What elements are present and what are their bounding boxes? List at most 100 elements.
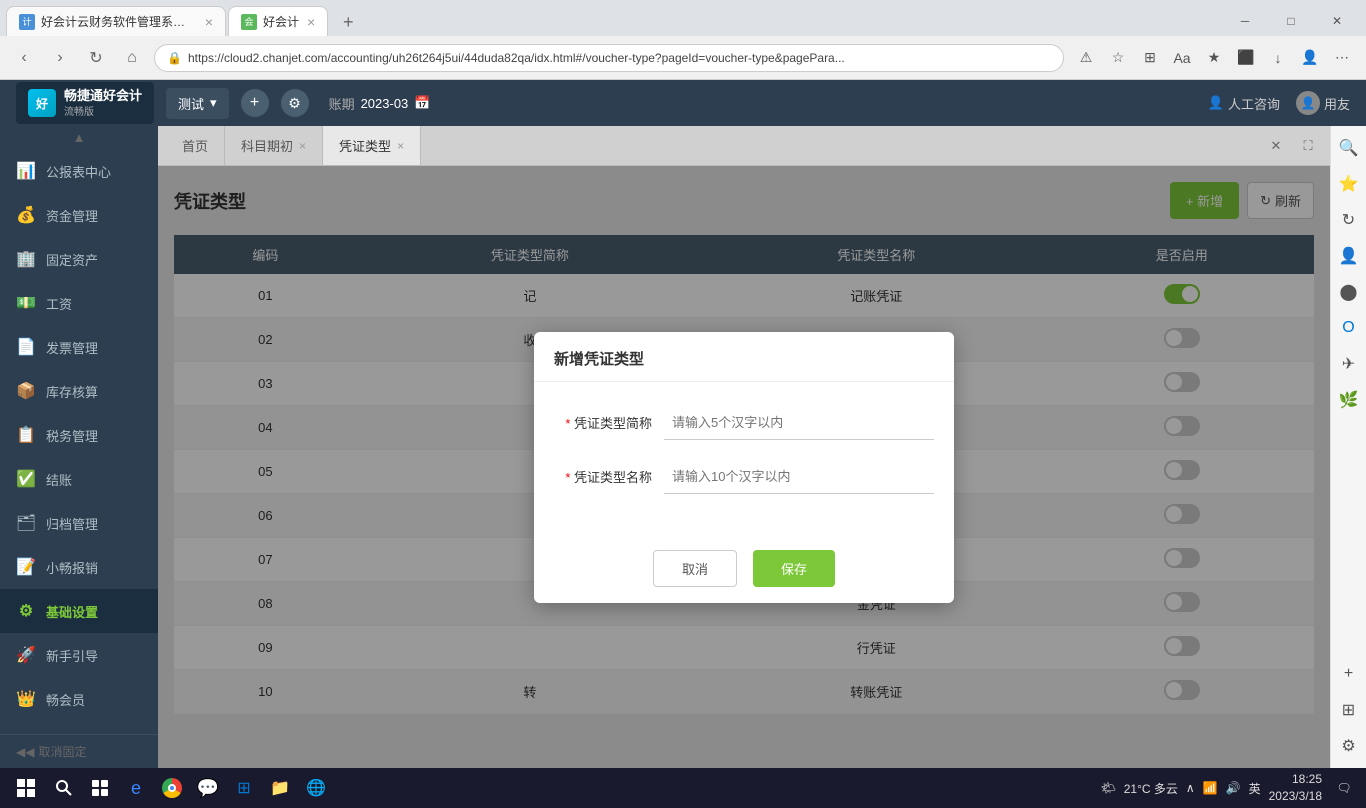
sidebar-item-settings[interactable]: ⚙ 基础设置	[0, 589, 158, 633]
support-icon: 👤	[1208, 95, 1224, 111]
tab-search-button[interactable]: ⊞	[1136, 44, 1164, 72]
home-nav-button[interactable]: ⌂	[118, 44, 146, 72]
inventory-icon: 📦	[16, 381, 36, 401]
dialog-overlay: 新增凭证类型 凭证类型简称 凭证类型名称	[158, 166, 1330, 768]
unpin-icon: ◀◀	[16, 745, 34, 759]
browser-tab-2[interactable]: 会 好会计 ×	[228, 6, 328, 36]
sidebar-item-inventory[interactable]: 📦 库存核算	[0, 369, 158, 413]
sidebar-item-invoice[interactable]: 📄 发票管理	[0, 325, 158, 369]
back-button[interactable]: ‹	[10, 44, 38, 72]
save-button[interactable]: 保存	[753, 550, 835, 587]
right-search-button[interactable]: 🔍	[1335, 134, 1363, 162]
sidebar-item-tax[interactable]: 📋 税务管理	[0, 413, 158, 457]
period-calendar-icon[interactable]: 📅	[414, 95, 430, 111]
full-name-input[interactable]	[664, 460, 934, 494]
new-tab-button[interactable]: +	[334, 8, 362, 36]
close-button[interactable]: ✕	[1314, 6, 1360, 36]
logo-area: 好 畅捷通好会计 流畅版	[16, 82, 154, 125]
notification-button[interactable]: 🗨	[1330, 774, 1358, 802]
weather-text: 21°C 多云	[1124, 780, 1178, 797]
right-green-button[interactable]: 🌿	[1335, 386, 1363, 414]
short-name-input[interactable]	[664, 406, 934, 440]
tab-subject[interactable]: 科目期初 ×	[225, 126, 323, 165]
user-label: 用友	[1324, 94, 1350, 113]
sidebar-label-settings: 基础设置	[46, 602, 98, 621]
taskbar-clock: 18:25 2023/3/18	[1269, 771, 1322, 805]
tab-voucher-type-close[interactable]: ×	[397, 139, 404, 153]
content-wrapper: ▲ 📊 公报表中心 💰 资金管理 🏢 固定资产 💵 工资 📄 发票管理	[0, 126, 1366, 768]
header-add-button[interactable]: +	[241, 89, 269, 117]
tab-panel-expand-button[interactable]: ⛶	[1294, 132, 1322, 160]
forward-button[interactable]: ›	[46, 44, 74, 72]
tab-subject-close[interactable]: ×	[299, 139, 306, 153]
sidebar-label-checkout: 结账	[46, 470, 72, 489]
right-star-button[interactable]: ⭐	[1335, 170, 1363, 198]
date-display: 2023/3/18	[1269, 788, 1322, 805]
browser-fav-button[interactable]: ★	[1200, 44, 1228, 72]
browser-chrome: 计 好会计云财务软件管理系统_会计 × 会 好会计 × + ─ □ ✕ ‹ › …	[0, 0, 1366, 80]
extensions-button[interactable]: ⚠	[1072, 44, 1100, 72]
invoice-icon: 📄	[16, 337, 36, 357]
sidebar-item-archive[interactable]: 🗂 归档管理	[0, 501, 158, 545]
support-button[interactable]: 👤 人工咨询	[1208, 94, 1280, 113]
company-selector[interactable]: 测试 ▾	[166, 88, 229, 119]
sidebar-label-capital: 资金管理	[46, 206, 98, 225]
sidebar-item-checkout[interactable]: ✅ 结账	[0, 457, 158, 501]
main-area: 首页 科目期初 × 凭证类型 × ✕ ⛶ 凭证类型	[158, 126, 1330, 768]
cancel-button[interactable]: 取消	[653, 550, 737, 587]
right-settings-bottom-button[interactable]: ⚙	[1335, 732, 1363, 760]
sidebar-label-tax: 税务管理	[46, 426, 98, 445]
sidebar-unpin-button[interactable]: ◀◀ 取消固定	[0, 734, 158, 768]
taskbar-edge2[interactable]: 🌐	[300, 772, 332, 804]
sidebar-item-fixed-assets[interactable]: 🏢 固定资产	[0, 237, 158, 281]
period-value: 2023-03	[361, 96, 409, 111]
right-user-button[interactable]: 👤	[1335, 242, 1363, 270]
url-bar[interactable]: 🔒 https://cloud2.chanjet.com/accounting/…	[154, 44, 1064, 72]
weather-icon: 🌤	[1101, 781, 1116, 795]
refresh-nav-button[interactable]: ↻	[82, 44, 110, 72]
right-outlook-button[interactable]: O	[1335, 314, 1363, 342]
start-button[interactable]	[8, 770, 44, 806]
tab-voucher-type[interactable]: 凭证类型 ×	[323, 126, 421, 165]
browser-tab-1[interactable]: 计 好会计云财务软件管理系统_会计 ×	[6, 6, 226, 36]
taskbar-edge[interactable]: e	[120, 772, 152, 804]
sidebar-item-guide[interactable]: 🚀 新手引导	[0, 633, 158, 677]
browser-menu-button[interactable]: ⋯	[1328, 44, 1356, 72]
minimize-button[interactable]: ─	[1222, 6, 1268, 36]
maximize-button[interactable]: □	[1268, 6, 1314, 36]
right-circle-button[interactable]: ⬤	[1335, 278, 1363, 306]
taskbar-appstore[interactable]: ⊞	[228, 772, 260, 804]
reading-mode-button[interactable]: Aa	[1168, 44, 1196, 72]
form-row-full-name: 凭证类型名称	[554, 460, 934, 494]
browser-download-button[interactable]: ↓	[1264, 44, 1292, 72]
user-profile-button[interactable]: 👤	[1296, 44, 1324, 72]
right-feather-button[interactable]: ✈	[1335, 350, 1363, 378]
header-settings-button[interactable]: ⚙	[281, 89, 309, 117]
sidebar-item-announcements[interactable]: 📊 公报表中心	[0, 149, 158, 193]
user-button[interactable]: 👤 用友	[1296, 91, 1350, 115]
taskbar-wechat[interactable]: 💬	[192, 772, 224, 804]
browser-collect-button[interactable]: ⬛	[1232, 44, 1260, 72]
bookmark-button[interactable]: ☆	[1104, 44, 1132, 72]
tab-favicon-1: 计	[19, 14, 35, 30]
sidebar-item-capital[interactable]: 💰 资金管理	[0, 193, 158, 237]
sidebar-scroll-up[interactable]: ▲	[0, 126, 158, 149]
sidebar-item-salary[interactable]: 💵 工资	[0, 281, 158, 325]
tab-panel-close-button[interactable]: ✕	[1262, 132, 1290, 160]
taskbar-search[interactable]	[48, 772, 80, 804]
tab-close-2[interactable]: ×	[307, 14, 315, 30]
taskbar-task-view[interactable]	[84, 772, 116, 804]
right-refresh-button[interactable]: ↻	[1335, 206, 1363, 234]
company-dropdown-icon: ▾	[210, 95, 217, 111]
taskbar-folder[interactable]: 📁	[264, 772, 296, 804]
tab-close-1[interactable]: ×	[205, 14, 213, 30]
sidebar-item-member[interactable]: 👑 畅会员	[0, 677, 158, 721]
salary-icon: 💵	[16, 293, 36, 313]
member-icon: 👑	[16, 689, 36, 709]
tab-home[interactable]: 首页	[166, 126, 225, 165]
tab-subject-label: 科目期初	[241, 136, 293, 155]
right-add-button[interactable]: +	[1335, 660, 1363, 688]
sidebar-item-expense[interactable]: 📝 小畅报销	[0, 545, 158, 589]
right-grid-button[interactable]: ⊞	[1335, 696, 1363, 724]
taskbar-chrome[interactable]	[156, 772, 188, 804]
